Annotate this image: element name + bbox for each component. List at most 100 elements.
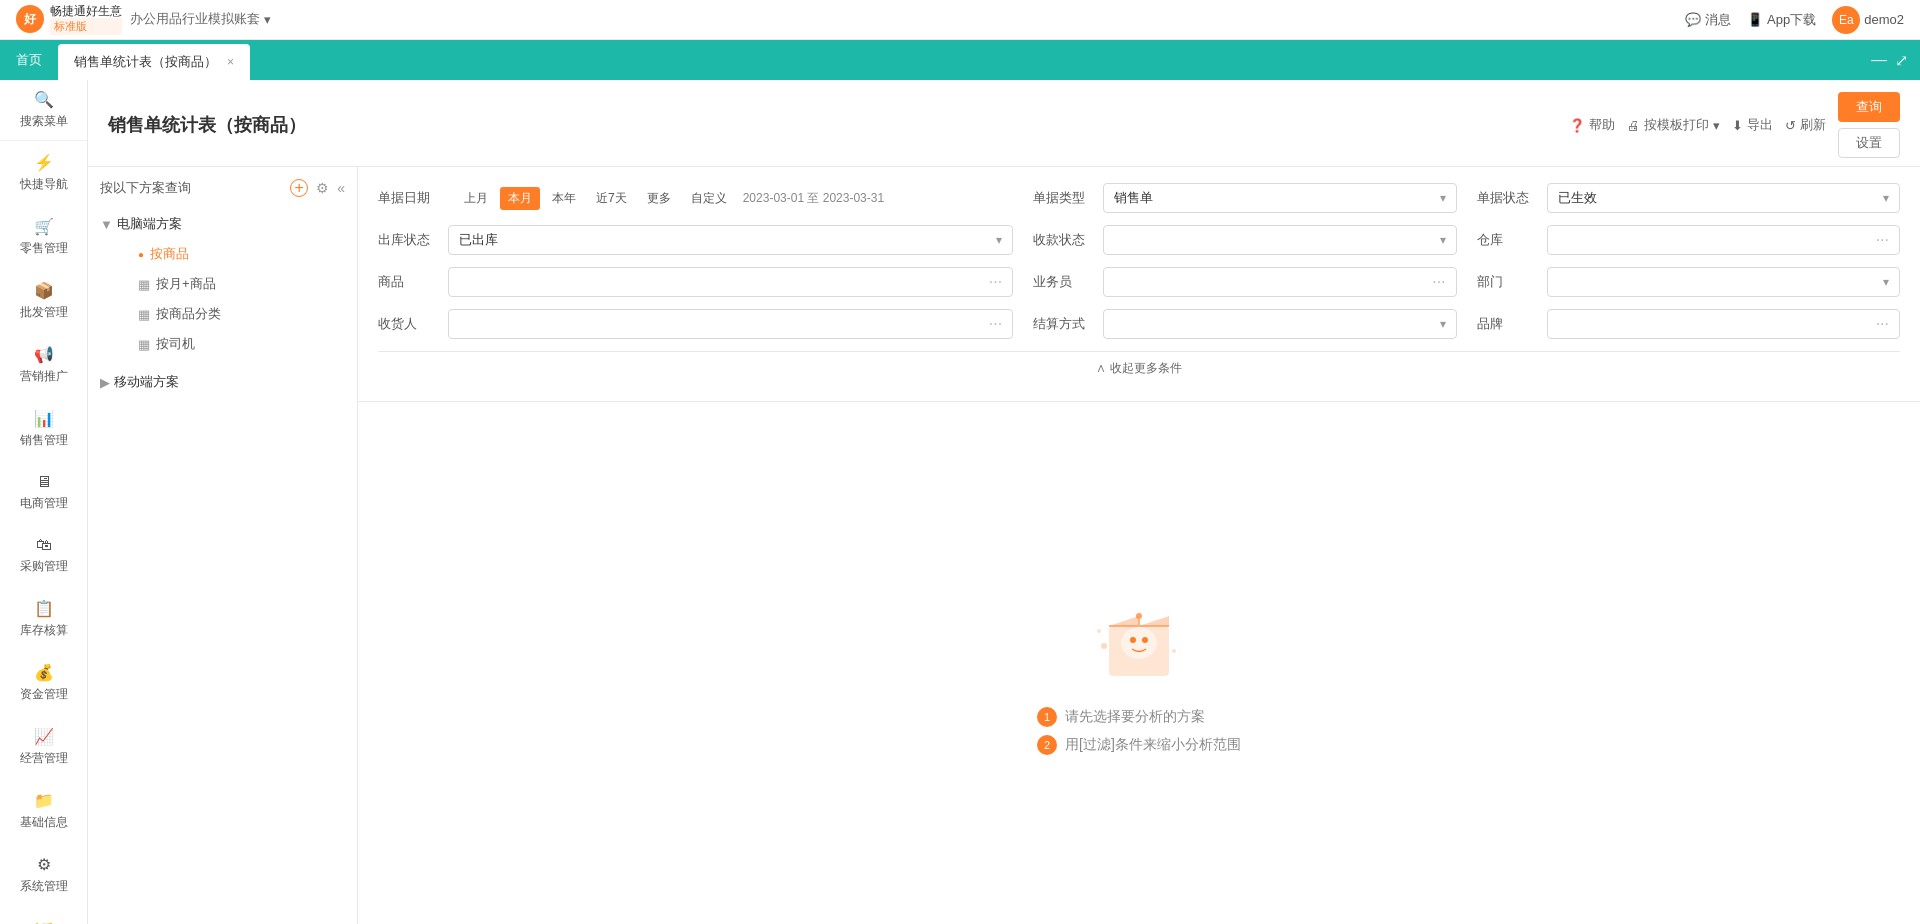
sales-icon: 📊 — [34, 409, 54, 428]
date-7days-btn[interactable]: 近7天 — [588, 187, 635, 210]
mobile-group-arrow-icon: ▶ — [100, 375, 110, 390]
nav-tree-mobile: ▶ 移动端方案 — [88, 363, 357, 401]
sidebar-item-sales[interactable]: 📊 销售管理 — [0, 397, 87, 461]
category-icon: ▦ — [138, 307, 150, 322]
group-arrow-icon: ▼ — [100, 217, 113, 232]
main-layout: 🔍 搜索菜单 ⚡ 快捷导航 🛒 零售管理 📦 批发管理 📢 营销推广 📊 销售管… — [0, 80, 1920, 924]
wholesale-icon: 📦 — [34, 281, 54, 300]
workspace-selector[interactable]: 办公用品行业模拟账套 ▾ — [130, 10, 271, 28]
svg-marker-2 — [1139, 616, 1169, 626]
settings-scheme-btn[interactable]: ⚙ — [316, 180, 329, 196]
sidebar-item-search[interactable]: 🔍 搜索菜单 — [0, 80, 87, 141]
sidebar-item-finance[interactable]: 💰 资金管理 — [0, 651, 87, 715]
logo-area: 好 畅捷通好生意 标准版 — [16, 4, 122, 35]
app-download-btn[interactable]: 📱 App下载 — [1747, 11, 1816, 29]
filter-field-date: 单据日期 上月 本月 本年 近7天 更多 自定义 2023-03-01 至 20… — [378, 187, 1013, 210]
ecommerce-icon: 🖥 — [36, 473, 52, 491]
filter-layout: 按以下方案查询 + ⚙ « ▼ 电脑端方案 ● 按 — [88, 167, 1920, 924]
filter-field-receiver: 收货人 ··· — [378, 309, 1013, 339]
export-icon: ⬇ — [1732, 118, 1743, 133]
empty-state: 1 请先选择要分析的方案 2 用[过滤]条件来缩小分析范围 — [358, 402, 1920, 924]
brand-input[interactable]: ··· — [1547, 309, 1900, 339]
nav-item-by-month-product[interactable]: ▦ 按月+商品 — [128, 269, 357, 299]
svg-point-8 — [1136, 613, 1142, 619]
pay-status-chevron: ▾ — [1440, 233, 1446, 247]
filter-field-doc-type: 单据类型 销售单 ▾ — [1033, 183, 1456, 213]
salesperson-input[interactable]: ··· — [1103, 267, 1456, 297]
sidebar-item-purchase[interactable]: 🛍 采购管理 — [0, 524, 87, 587]
sidebar-item-basic[interactable]: 📁 基础信息 — [0, 779, 87, 843]
add-scheme-btn[interactable]: + — [290, 179, 308, 197]
collapse-filter-btn[interactable]: ∧ 收起更多条件 — [378, 351, 1900, 385]
user-profile[interactable]: Ea demo2 — [1832, 6, 1904, 34]
settings-btn[interactable]: 设置 — [1838, 128, 1900, 158]
nav-item-by-product[interactable]: ● 按商品 — [128, 239, 357, 269]
filter-row-1: 单据日期 上月 本月 本年 近7天 更多 自定义 2023-03-01 至 20… — [378, 183, 1900, 213]
refresh-icon: ↺ — [1785, 118, 1796, 133]
dept-chevron: ▾ — [1883, 275, 1889, 289]
sidebar-item-operations[interactable]: 📈 经营管理 — [0, 715, 87, 779]
cashier-icon: ▦ — [138, 337, 150, 352]
out-status-select[interactable]: 已出库 ▾ — [448, 225, 1013, 255]
print-dropdown-icon: ▾ — [1713, 118, 1720, 133]
tab-expand-btn[interactable]: ⤢ — [1895, 51, 1908, 70]
marketing-icon: 📢 — [34, 345, 54, 364]
export-btn[interactable]: ⬇ 导出 — [1732, 116, 1773, 134]
nav-group-mobile[interactable]: ▶ 移动端方案 — [88, 367, 357, 397]
sidebar-item-quick-nav[interactable]: ⚡ 快捷导航 — [0, 141, 87, 205]
filter-field-dept: 部门 ▾ — [1477, 267, 1900, 297]
tab-active[interactable]: 销售单统计表（按商品） × — [58, 44, 250, 80]
hint-item-2: 2 用[过滤]条件来缩小分析范围 — [1037, 735, 1241, 755]
sidebar-item-corp-collab[interactable]: 🤝 企业协同 — [0, 907, 87, 924]
sidebar-item-marketing[interactable]: 📢 营销推广 — [0, 333, 87, 397]
hint-num-1: 1 — [1037, 707, 1057, 727]
search-icon: 🔍 — [34, 90, 54, 109]
nav-tree-pc: ▼ 电脑端方案 ● 按商品 ▦ 按月+商品 ▦ — [88, 205, 357, 363]
receiver-input[interactable]: ··· — [448, 309, 1013, 339]
filter-rows: 单据日期 上月 本月 本年 近7天 更多 自定义 2023-03-01 至 20… — [358, 167, 1920, 402]
svg-point-11 — [1172, 649, 1176, 653]
nav-item-by-cashier[interactable]: ▦ 按司机 — [128, 329, 357, 359]
date-custom-btn[interactable]: 自定义 — [683, 187, 735, 210]
tab-close-icon[interactable]: × — [227, 55, 234, 69]
settlement-select[interactable]: ▾ — [1103, 309, 1456, 339]
date-quick-buttons: 上月 本月 本年 近7天 更多 自定义 — [456, 187, 735, 210]
svg-point-6 — [1142, 637, 1148, 643]
help-btn[interactable]: ❓ 帮助 — [1569, 116, 1615, 134]
refresh-btn[interactable]: ↺ 刷新 — [1785, 116, 1826, 134]
warehouse-input[interactable]: ··· — [1547, 225, 1900, 255]
date-this-year-btn[interactable]: 本年 — [544, 187, 584, 210]
sidebar-item-retail[interactable]: 🛒 零售管理 — [0, 205, 87, 269]
out-status-chevron: ▾ — [996, 233, 1002, 247]
filter-row-3: 商品 ··· 业务员 ··· — [378, 267, 1900, 297]
grid-icon: ▦ — [138, 277, 150, 292]
download-icon: 📱 — [1747, 12, 1763, 27]
sidebar-item-inventory[interactable]: 📋 库存核算 — [0, 587, 87, 651]
product-input[interactable]: ··· — [448, 267, 1013, 297]
nav-group-pc[interactable]: ▼ 电脑端方案 — [88, 209, 357, 239]
query-btn[interactable]: 查询 — [1838, 92, 1900, 122]
empty-illustration — [1079, 571, 1199, 691]
doc-type-chevron: ▾ — [1440, 191, 1446, 205]
doc-type-select[interactable]: 销售单 ▾ — [1103, 183, 1456, 213]
tab-minimize-btn[interactable]: — — [1871, 51, 1887, 69]
tab-home[interactable]: 首页 — [0, 40, 58, 80]
basic-icon: 📁 — [34, 791, 54, 810]
date-last-month-btn[interactable]: 上月 — [456, 187, 496, 210]
message-btn[interactable]: 💬 消息 — [1685, 11, 1731, 29]
print-btn[interactable]: 🖨 按模板打印 ▾ — [1627, 116, 1720, 134]
collapse-nav-btn[interactable]: « — [337, 180, 345, 196]
quick-nav-icon: ⚡ — [34, 153, 54, 172]
date-this-month-btn[interactable]: 本月 — [500, 187, 540, 210]
nav-item-by-category[interactable]: ▦ 按商品分类 — [128, 299, 357, 329]
svg-point-10 — [1097, 629, 1101, 633]
sidebar-item-ecommerce[interactable]: 🖥 电商管理 — [0, 461, 87, 524]
date-more-btn[interactable]: 更多 — [639, 187, 679, 210]
doc-status-select[interactable]: 已生效 ▾ — [1547, 183, 1900, 213]
sidebar-item-wholesale[interactable]: 📦 批发管理 — [0, 269, 87, 333]
sidebar-item-system[interactable]: ⚙ 系统管理 — [0, 843, 87, 907]
top-bar-right: 💬 消息 📱 App下载 Ea demo2 — [1685, 6, 1904, 34]
filter-field-pay-status: 收款状态 ▾ — [1033, 225, 1456, 255]
dept-select[interactable]: ▾ — [1547, 267, 1900, 297]
pay-status-select[interactable]: ▾ — [1103, 225, 1456, 255]
